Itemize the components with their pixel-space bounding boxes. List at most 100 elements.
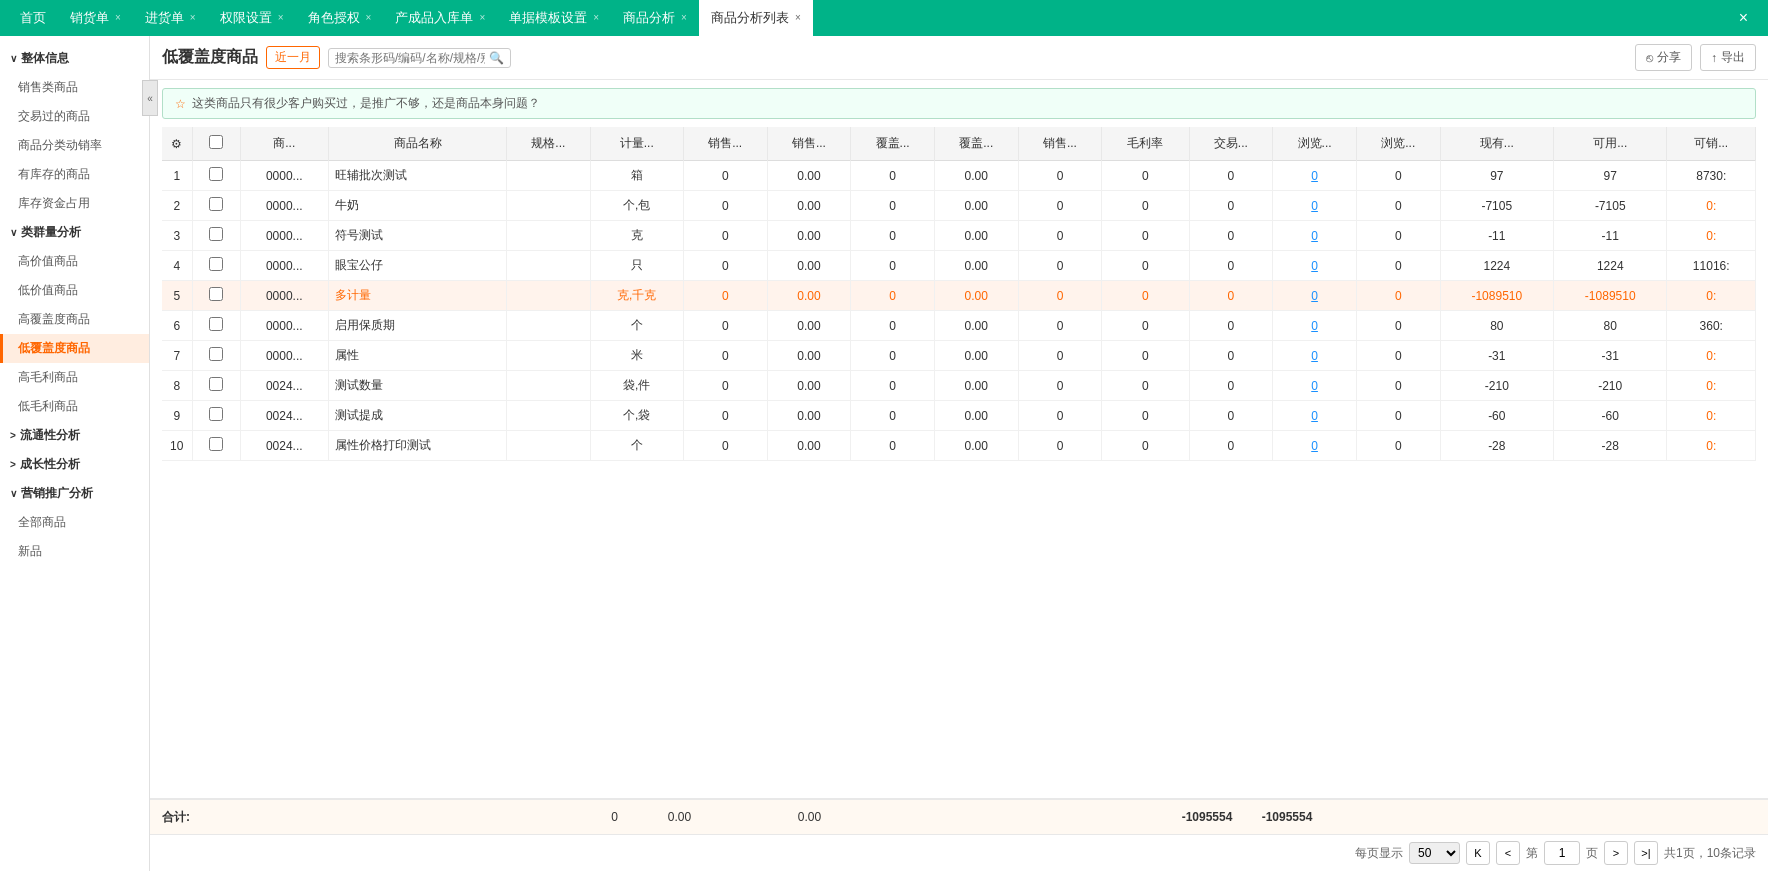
row-coverage2: 0.00 xyxy=(934,161,1018,191)
sidebar-section-4[interactable]: ∨营销推广分析 xyxy=(0,479,149,508)
nav-item-首页[interactable]: 首页 xyxy=(8,0,58,36)
nav-close-icon[interactable]: × xyxy=(190,0,196,36)
nav-close-icon[interactable]: × xyxy=(115,0,121,36)
row-browse1[interactable]: 0 xyxy=(1273,341,1357,371)
col-header-browse1[interactable]: 浏览... xyxy=(1273,127,1357,161)
nav-item-单据模板设置[interactable]: 单据模板设置× xyxy=(497,0,611,36)
sidebar-collapse-button[interactable]: « xyxy=(142,80,158,116)
col-header-settings[interactable]: ⚙ xyxy=(162,127,192,161)
col-header-name[interactable]: 商品名称 xyxy=(329,127,507,161)
col-header-coverage1[interactable]: 覆盖... xyxy=(851,127,935,161)
row-checkbox[interactable] xyxy=(209,197,223,211)
nav-item-产成品入库单[interactable]: 产成品入库单× xyxy=(383,0,497,36)
col-header-sellable[interactable]: 可销... xyxy=(1667,127,1756,161)
col-header-available_stock[interactable]: 可用... xyxy=(1554,127,1667,161)
row-current-stock: -60 xyxy=(1440,401,1553,431)
row-checkbox[interactable] xyxy=(209,167,223,181)
col-header-browse2[interactable]: 浏览... xyxy=(1356,127,1440,161)
row-sellable: 11016: xyxy=(1667,251,1756,281)
row-checkbox[interactable] xyxy=(209,377,223,391)
nav-close-icon[interactable]: × xyxy=(366,0,372,36)
sidebar-item-商品分类动销率[interactable]: 商品分类动销率 xyxy=(0,131,149,160)
table-container[interactable]: ⚙商...商品名称规格...计量...销售...销售...覆盖...覆盖...销… xyxy=(150,127,1768,798)
nav-item-进货单[interactable]: 进货单× xyxy=(133,0,208,36)
row-browse1[interactable]: 0 xyxy=(1273,191,1357,221)
nav-close-icon[interactable]: × xyxy=(795,0,801,36)
row-gross-margin: 0 xyxy=(1102,281,1189,311)
sidebar-item-全部商品[interactable]: 全部商品 xyxy=(0,508,149,537)
select-all-checkbox[interactable] xyxy=(209,135,223,149)
sidebar-item-交易过的商品[interactable]: 交易过的商品 xyxy=(0,102,149,131)
sidebar-item-低毛利商品[interactable]: 低毛利商品 xyxy=(0,392,149,421)
row-checkbox[interactable] xyxy=(209,317,223,331)
row-checkbox[interactable] xyxy=(209,407,223,421)
sidebar-item-销售类商品[interactable]: 销售类商品 xyxy=(0,73,149,102)
sidebar-item-低价值商品[interactable]: 低价值商品 xyxy=(0,276,149,305)
last-page-button[interactable]: >| xyxy=(1634,841,1658,865)
row-checkbox[interactable] xyxy=(209,437,223,451)
sidebar-section-3[interactable]: >成长性分析 xyxy=(0,450,149,479)
sidebar-item-有库存的商品[interactable]: 有库存的商品 xyxy=(0,160,149,189)
time-filter-button[interactable]: 近一月 xyxy=(266,46,320,69)
col-header-sales_qty[interactable]: 销售... xyxy=(683,127,767,161)
col-header-code[interactable]: 商... xyxy=(240,127,328,161)
nav-close-icon[interactable]: × xyxy=(681,0,687,36)
nav-item-商品分析[interactable]: 商品分析× xyxy=(611,0,699,36)
sidebar-item-高毛利商品[interactable]: 高毛利商品 xyxy=(0,363,149,392)
page-input[interactable] xyxy=(1544,841,1580,865)
row-code: 0000... xyxy=(240,251,328,281)
col-header-gross_margin[interactable]: 毛利率 xyxy=(1102,127,1189,161)
sidebar-item-新品[interactable]: 新品 xyxy=(0,537,149,566)
col-header-sales_pct[interactable]: 销售... xyxy=(1018,127,1102,161)
row-browse1[interactable]: 0 xyxy=(1273,431,1357,461)
sidebar-item-高价值商品[interactable]: 高价值商品 xyxy=(0,247,149,276)
sidebar-section-0[interactable]: ∨整体信息 xyxy=(0,44,149,73)
nav-item-权限设置[interactable]: 权限设置× xyxy=(208,0,296,36)
first-page-button[interactable]: K xyxy=(1466,841,1490,865)
row-browse1[interactable]: 0 xyxy=(1273,221,1357,251)
row-checkbox[interactable] xyxy=(209,347,223,361)
prev-page-button[interactable]: < xyxy=(1496,841,1520,865)
col-header-tx_count[interactable]: 交易... xyxy=(1189,127,1273,161)
sidebar-item-高覆盖度商品[interactable]: 高覆盖度商品 xyxy=(0,305,149,334)
sidebar-item-低覆盖度商品[interactable]: 低覆盖度商品 xyxy=(0,334,149,363)
sidebar-section-1[interactable]: ∨类群量分析 xyxy=(0,218,149,247)
sidebar-item-库存资金占用[interactable]: 库存资金占用 xyxy=(0,189,149,218)
row-checkbox[interactable] xyxy=(209,257,223,271)
nav-close-icon[interactable]: × xyxy=(479,0,485,36)
row-available-stock: 97 xyxy=(1554,161,1667,191)
share-button[interactable]: ⎋ 分享 xyxy=(1635,44,1692,71)
row-browse1[interactable]: 0 xyxy=(1273,371,1357,401)
col-header-sales_amt[interactable]: 销售... xyxy=(767,127,851,161)
export-button[interactable]: ↑ 导出 xyxy=(1700,44,1756,71)
col-header-spec[interactable]: 规格... xyxy=(507,127,591,161)
nav-item-角色授权[interactable]: 角色授权× xyxy=(296,0,384,36)
row-gross-margin: 0 xyxy=(1102,371,1189,401)
page-size-select[interactable]: 2050100200 xyxy=(1409,842,1460,864)
row-browse1[interactable]: 0 xyxy=(1273,281,1357,311)
col-header-current_stock[interactable]: 现有... xyxy=(1440,127,1553,161)
row-browse1[interactable]: 0 xyxy=(1273,311,1357,341)
row-checkbox[interactable] xyxy=(209,227,223,241)
row-code: 0000... xyxy=(240,341,328,371)
nav-item-销货单[interactable]: 销货单× xyxy=(58,0,133,36)
search-input[interactable] xyxy=(335,51,485,65)
col-header-unit[interactable]: 计量... xyxy=(590,127,683,161)
row-sales-pct: 0 xyxy=(1018,281,1102,311)
col-header-coverage2[interactable]: 覆盖... xyxy=(934,127,1018,161)
nav-close-icon[interactable]: × xyxy=(278,0,284,36)
table-row: 30000...符号测试克00.0000.0000000-11-110: xyxy=(162,221,1756,251)
nav-item-商品分析列表[interactable]: 商品分析列表× xyxy=(699,0,813,36)
row-sales-amt: 0.00 xyxy=(767,251,851,281)
sidebar-section-2[interactable]: >流通性分析 xyxy=(0,421,149,450)
row-browse1[interactable]: 0 xyxy=(1273,401,1357,431)
next-page-button[interactable]: > xyxy=(1604,841,1628,865)
nav-close-icon[interactable]: × xyxy=(593,0,599,36)
row-browse1[interactable]: 0 xyxy=(1273,161,1357,191)
row-checkbox[interactable] xyxy=(209,287,223,301)
search-icon[interactable]: 🔍 xyxy=(489,51,504,65)
row-browse1[interactable]: 0 xyxy=(1273,251,1357,281)
col-header-checkbox[interactable] xyxy=(192,127,240,161)
row-sales-pct: 0 xyxy=(1018,221,1102,251)
window-close-button[interactable]: × xyxy=(1727,9,1760,27)
